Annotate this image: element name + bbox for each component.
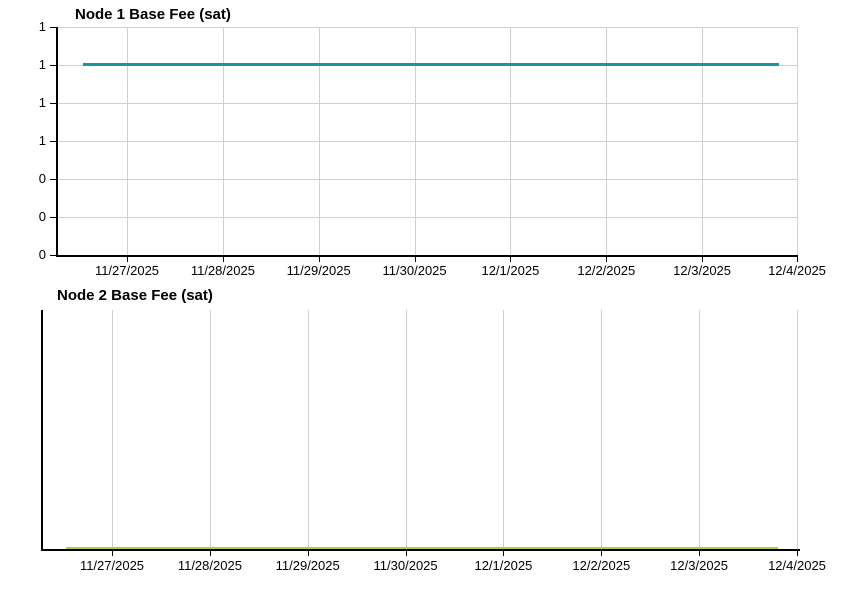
chart-2-x-tick — [601, 551, 603, 556]
chart-2-x-tick-label: 11/27/2025 — [79, 558, 145, 573]
chart-2-title: Node 2 Base Fee (sat) — [57, 287, 213, 304]
chart-2-x-tick — [503, 551, 505, 556]
chart-2-v-gridline — [601, 310, 603, 549]
chart-2-x-tick — [112, 551, 113, 556]
chart-2-x-tick — [307, 551, 309, 556]
chart-2-v-gridline — [699, 310, 701, 549]
chart-2-x-tick-label: 12/1/2025 — [474, 558, 533, 573]
chart-2-v-gridline — [209, 310, 211, 549]
chart-2-x-tick — [405, 551, 407, 556]
chart-2-v-gridline — [503, 310, 505, 549]
chart-2-v-gridline — [405, 310, 407, 549]
chart-node-2-base-fee: Node 2 Base Fee (sat) 11/27/2025 11/28/20… — [0, 0, 860, 600]
chart-2-series-line — [66, 547, 778, 549]
chart-2-x-tick-label: 11/30/2025 — [373, 558, 438, 573]
chart-2-x-tick — [209, 551, 211, 556]
charts-canvas: Node 1 Base Fee (sat) 1 1 1 1 0 0 0 11/27/2025 1… — [0, 0, 860, 600]
chart-2-x-tick-label: 12/4/2025 — [768, 558, 826, 573]
chart-2-plot-area — [41, 310, 800, 551]
chart-2-v-gridline — [307, 310, 309, 549]
chart-2-x-tick-label: 11/28/2025 — [177, 558, 242, 573]
chart-2-x-tick — [797, 551, 798, 556]
chart-2-x-tick-label: 11/29/2025 — [275, 558, 340, 573]
chart-2-x-tick-label: 12/3/2025 — [670, 558, 729, 573]
chart-2-x-tick-label: 12/2/2025 — [572, 558, 631, 573]
chart-2-v-gridline — [112, 310, 113, 549]
chart-2-x-tick — [699, 551, 701, 556]
chart-2-v-gridline — [797, 310, 798, 549]
